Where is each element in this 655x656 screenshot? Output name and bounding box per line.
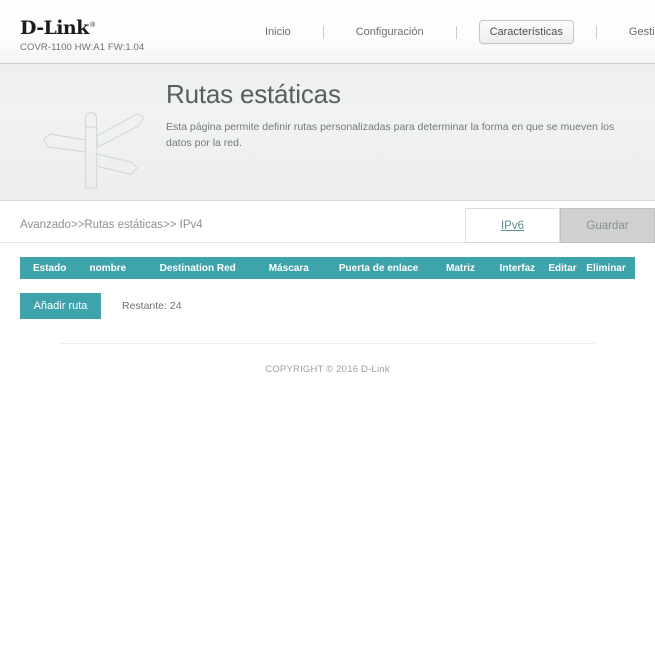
nav-item-caracteristicas[interactable]: Características: [478, 20, 574, 44]
column-header-mascara: Máscara: [268, 262, 309, 274]
column-header-interfaz: Interfaz: [499, 262, 536, 274]
column-header-estado: Estado: [33, 262, 67, 274]
main-navigation: Inicio Configuración Características Ges…: [255, 0, 655, 64]
dlink-logo-text: D-Link: [20, 17, 89, 39]
copyright-text: COPYRIGHT © 2016 D-Link: [265, 364, 390, 375]
add-route-row: Añadir ruta Restante: 24: [20, 293, 635, 319]
page-hero: Rutas estáticas Esta página permite defi…: [0, 64, 655, 201]
registered-mark-icon: ®: [90, 22, 95, 29]
breadcrumb: Avanzado>>Rutas estáticas>> IPv4: [0, 208, 465, 243]
nav-separator: [595, 25, 597, 39]
remaining-count-label: Restante: 24: [122, 300, 182, 312]
ipv6-link-button[interactable]: IPv6: [465, 208, 560, 243]
signpost-icon: [42, 111, 145, 189]
add-route-button[interactable]: Añadir ruta: [20, 293, 101, 319]
save-button[interactable]: Guardar: [560, 208, 655, 243]
dlink-logo: D-Link ®: [20, 17, 95, 39]
page-description: Esta página permite definir rutas person…: [166, 121, 615, 149]
column-header-matriz: Matriz: [446, 262, 475, 274]
breadcrumb-text: Avanzado>>Rutas estáticas>> IPv4: [20, 219, 203, 231]
nav-item-inicio[interactable]: Inicio: [255, 21, 301, 43]
page-title: Rutas estáticas: [166, 79, 341, 109]
routes-table-header: Estado nombre Destination Red Máscara Pu…: [20, 257, 635, 279]
nav-separator: [322, 25, 324, 39]
column-header-puerta-de-enlace: Puerta de enlace: [338, 262, 419, 274]
column-header-editar: Editar: [548, 262, 577, 274]
column-header-nombre: nombre: [89, 262, 127, 274]
page-footer: COPYRIGHT © 2016 D-Link: [60, 343, 595, 377]
nav-separator: [455, 25, 457, 39]
nav-item-configuracion[interactable]: Configuración: [346, 21, 434, 43]
hero-text-block: Rutas estáticas Esta página permite defi…: [166, 78, 629, 151]
brand-block: D-Link ® COVR-1100 HW:A1 FW:1.04: [20, 18, 144, 53]
device-model-label: COVR-1100 HW:A1 FW:1.04: [20, 42, 145, 53]
nav-item-gestion[interactable]: Gestión: [619, 21, 655, 43]
breadcrumb-bar: Avanzado>>Rutas estáticas>> IPv4 IPv6 Gu…: [0, 208, 655, 243]
main-content: Estado nombre Destination Red Máscara Pu…: [0, 257, 655, 377]
top-header: D-Link ® COVR-1100 HW:A1 FW:1.04 Inicio C…: [0, 0, 655, 64]
column-header-destination-red: Destination Red: [159, 262, 236, 274]
column-header-eliminar: Eliminar: [586, 262, 626, 274]
